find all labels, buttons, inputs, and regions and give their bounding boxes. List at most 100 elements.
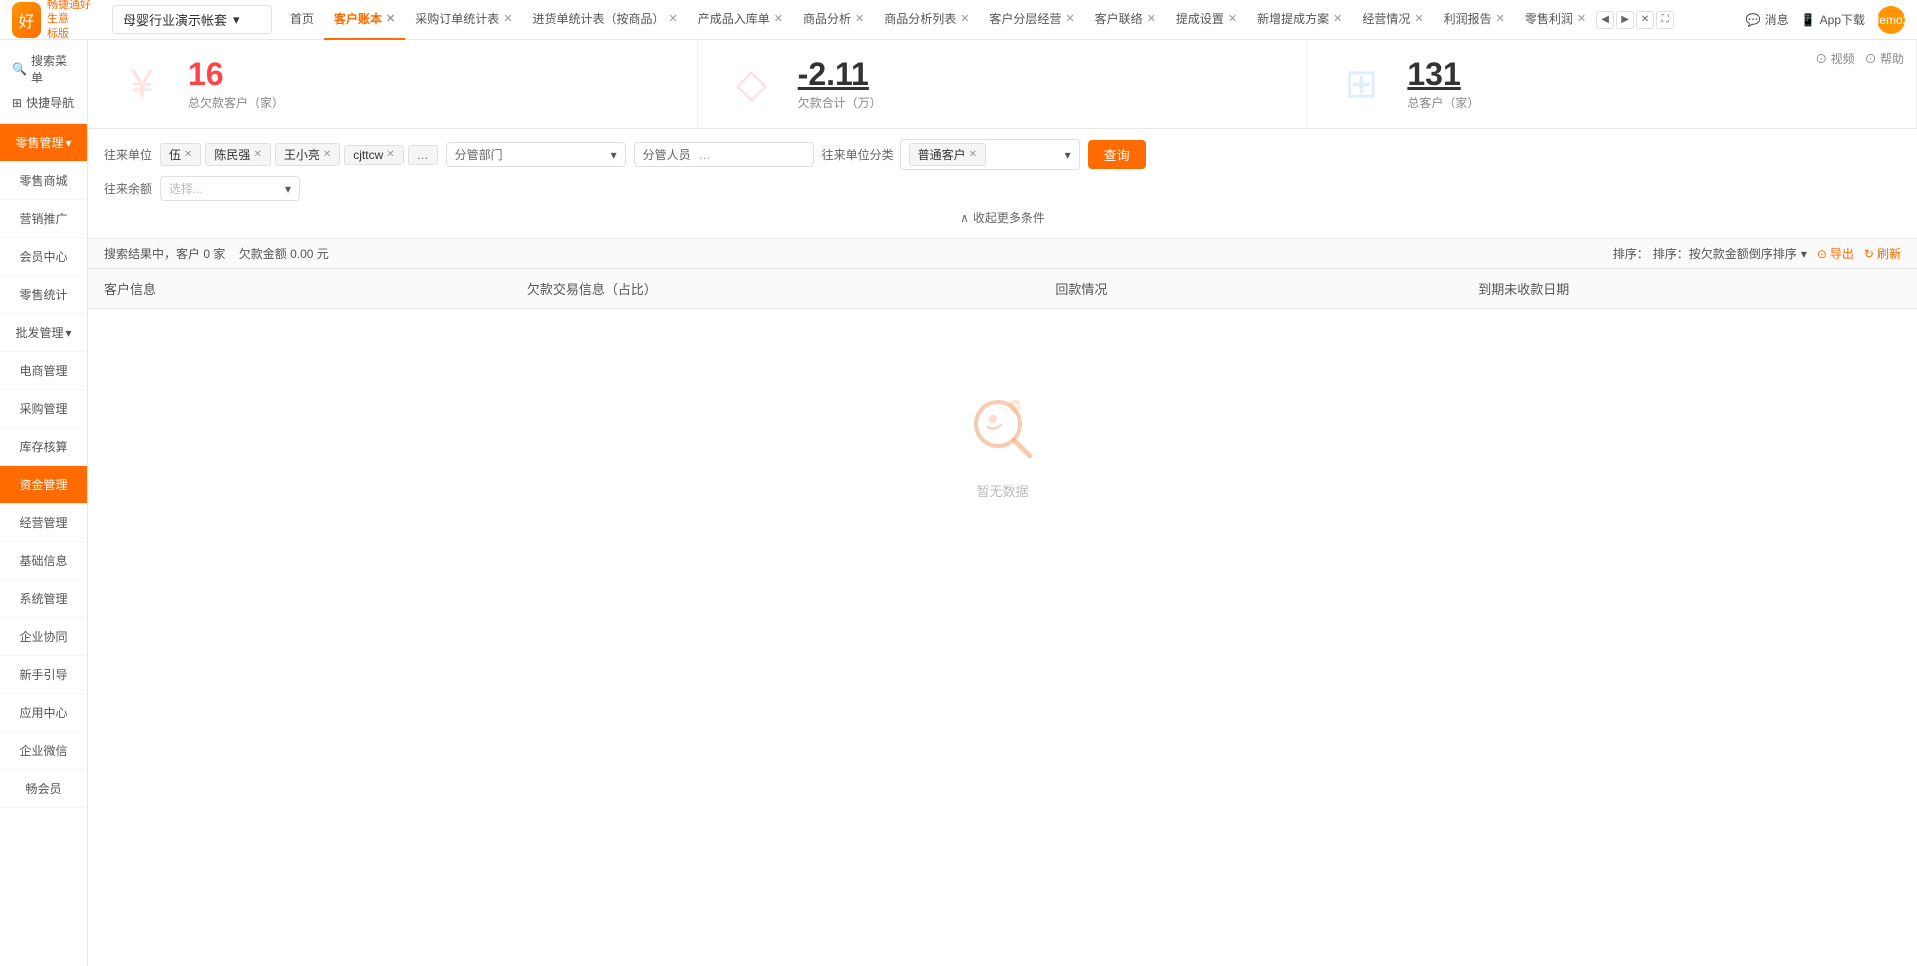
- tab-purchase-order[interactable]: 采购订单统计表 ✕: [405, 0, 522, 40]
- tab-customer-ledger[interactable]: 客户账本 ✕: [324, 0, 405, 40]
- sidebar-item-wechat[interactable]: 企业微信: [0, 732, 87, 770]
- stat-info-total: 131 总客户（家）: [1407, 58, 1479, 111]
- remove-tag-wu[interactable]: ✕: [184, 149, 192, 160]
- table-area: 客户信息 欠款交易信息（占比） 回款情况 到期未收款日期: [88, 269, 1917, 966]
- sidebar-item-wholesale[interactable]: 批发管理 ▾: [0, 314, 87, 352]
- search-icon: 🔍: [12, 62, 27, 76]
- sidebar-quick-nav[interactable]: ⊞ 快捷导航: [6, 90, 81, 115]
- filter-tag-normal-customer[interactable]: 普通客户 ✕: [909, 143, 986, 166]
- close-icon[interactable]: ✕: [1414, 12, 1423, 25]
- close-icon[interactable]: ✕: [503, 12, 512, 25]
- filter-row-1: 往来单位 伍 ✕ 陈民强 ✕ 王小亮 ✕ cjttcw: [104, 139, 1901, 170]
- export-btn[interactable]: ⊙ 导出: [1817, 245, 1854, 262]
- refresh-btn[interactable]: ↻ 刷新: [1864, 245, 1901, 262]
- tab-product-analysis-list[interactable]: 商品分析列表 ✕: [874, 0, 979, 40]
- sidebar-item-purchase[interactable]: 采购管理: [0, 390, 87, 428]
- stat-icon-diamond: ◇: [722, 54, 782, 114]
- content: ¥ 16 总欠款客户（家） ◇ -2.11 欠款合计（万） ⊞ 131 总客户（…: [88, 40, 1917, 966]
- app-download-btn[interactable]: 📱 App下载: [1801, 11, 1865, 28]
- stats-row: ¥ 16 总欠款客户（家） ◇ -2.11 欠款合计（万） ⊞ 131 总客户（…: [88, 40, 1917, 129]
- tab-customer-tier[interactable]: 客户分层经营 ✕: [979, 0, 1084, 40]
- close-icon[interactable]: ✕: [1147, 12, 1156, 25]
- filter-tag-more[interactable]: …: [408, 145, 438, 165]
- close-icon[interactable]: ✕: [669, 12, 678, 25]
- filter-person-select[interactable]: 分管人员 …: [634, 142, 814, 167]
- filter-tag-cjttcw[interactable]: cjttcw ✕: [344, 145, 403, 165]
- tab-home[interactable]: 首页: [280, 0, 324, 40]
- close-icon[interactable]: ✕: [1333, 12, 1342, 25]
- tab-inbound-stats[interactable]: 进货单统计表（按商品） ✕: [522, 0, 687, 40]
- sidebar-item-basic-info[interactable]: 基础信息: [0, 542, 87, 580]
- sidebar-item-system[interactable]: 系统管理: [0, 580, 87, 618]
- tab-add-commission[interactable]: 新增提成方案 ✕: [1247, 0, 1352, 40]
- sidebar-item-retail-mall[interactable]: 零售商城: [0, 162, 87, 200]
- tab-product-inbound[interactable]: 产成品入库单 ✕: [688, 0, 793, 40]
- close-icon[interactable]: ✕: [1065, 12, 1074, 25]
- avatar[interactable]: demo2: [1877, 6, 1905, 34]
- tab-product-analysis[interactable]: 商品分析 ✕: [793, 0, 874, 40]
- close-icon[interactable]: ✕: [1577, 12, 1586, 25]
- export-icon: ⊙: [1817, 247, 1827, 261]
- tab-customer-contact[interactable]: 客户联络 ✕: [1085, 0, 1166, 40]
- sidebar-item-app-center[interactable]: 应用中心: [0, 694, 87, 732]
- logo-icon: 好: [12, 2, 41, 38]
- sidebar-item-member[interactable]: 畅会员: [0, 770, 87, 808]
- filter-label-unit: 往来单位: [104, 146, 152, 163]
- tab-expand[interactable]: ⛶: [1656, 11, 1674, 29]
- filter-balance-select[interactable]: 选择... ▾: [160, 176, 300, 201]
- table-col-repayment: 回款情况: [1055, 279, 1478, 298]
- result-bar-left: 搜索结果中，客户 0 家 欠款金额 0.00 元: [104, 245, 329, 262]
- close-icon[interactable]: ✕: [855, 12, 864, 25]
- filter-tags-unit: 伍 ✕ 陈民强 ✕ 王小亮 ✕ cjttcw ✕: [160, 143, 438, 166]
- close-icon[interactable]: ✕: [386, 12, 395, 25]
- filter-tag-wu[interactable]: 伍 ✕: [160, 143, 201, 166]
- more-tags[interactable]: …: [417, 148, 429, 162]
- help-btn[interactable]: ⊙ 帮助: [1865, 50, 1904, 67]
- sidebar-item-membership[interactable]: 会员中心: [0, 238, 87, 276]
- sidebar-item-retail-stats[interactable]: 零售统计: [0, 276, 87, 314]
- remove-unit-type-tag[interactable]: ✕: [969, 149, 977, 160]
- close-icon[interactable]: ✕: [1228, 12, 1237, 25]
- sidebar-search[interactable]: 🔍 搜索菜单: [6, 48, 81, 90]
- chevron-down-icon: ▾: [611, 148, 617, 162]
- sidebar-item-inventory[interactable]: 库存核算: [0, 428, 87, 466]
- tab-profit-report[interactable]: 利润报告 ✕: [1434, 0, 1515, 40]
- table-col-overdue-info: 欠款交易信息（占比）: [527, 279, 1056, 298]
- tab-arrow-left[interactable]: ◀: [1596, 11, 1614, 29]
- remove-tag-chen[interactable]: ✕: [253, 149, 261, 160]
- filter-tag-chen[interactable]: 陈民强 ✕: [205, 143, 270, 166]
- close-icon[interactable]: ✕: [960, 12, 969, 25]
- remove-tag-cjttcw[interactable]: ✕: [386, 149, 394, 160]
- tab-arrow-right[interactable]: ▶: [1616, 11, 1634, 29]
- message-btn[interactable]: 💬 消息: [1746, 11, 1789, 28]
- filter-tag-wang[interactable]: 王小亮 ✕: [275, 143, 340, 166]
- company-selector[interactable]: 母婴行业演示帐套 ▾: [112, 5, 272, 34]
- sidebar-item-enterprise[interactable]: 企业协同: [0, 618, 87, 656]
- sidebar-item-guide[interactable]: 新手引导: [0, 656, 87, 694]
- query-button[interactable]: 查询: [1088, 140, 1146, 169]
- sort-label: 排序：: [1613, 245, 1649, 262]
- sort-select[interactable]: 排序： 排序：按欠款金额倒序排序 ▾: [1613, 245, 1807, 262]
- tab-commission-settings[interactable]: 提成设置 ✕: [1166, 0, 1247, 40]
- sidebar-item-retail[interactable]: 零售管理 ▾: [0, 124, 87, 162]
- tab-retail-profit[interactable]: 零售利润 ✕: [1515, 0, 1596, 40]
- video-btn[interactable]: ⊙ 视频: [1815, 50, 1854, 67]
- collapse-more-btn[interactable]: ∧ 收起更多条件: [104, 207, 1901, 228]
- stat-value-amount: -2.11: [798, 58, 882, 90]
- chevron-down-icon: ▾: [285, 182, 291, 196]
- sidebar-item-operations[interactable]: 经营管理: [0, 504, 87, 542]
- filter-dept-select[interactable]: 分管部门 ▾: [446, 142, 626, 167]
- tab-operations[interactable]: 经营情况 ✕: [1352, 0, 1433, 40]
- remove-tag-wang[interactable]: ✕: [323, 149, 331, 160]
- stat-label-customers: 总欠款客户（家）: [188, 94, 284, 111]
- filter-unit-type-select[interactable]: 普通客户 ✕ ▾: [900, 139, 1080, 170]
- close-icon[interactable]: ✕: [1496, 12, 1505, 25]
- sidebar-item-marketing[interactable]: 营销推广: [0, 200, 87, 238]
- sidebar-item-ecommerce[interactable]: 电商管理: [0, 352, 87, 390]
- top-nav-tabs: 首页 客户账本 ✕ 采购订单统计表 ✕ 进货单统计表（按商品） ✕ 产成品入库单…: [280, 0, 1746, 40]
- top-right: 💬 消息 📱 App下载 demo2: [1746, 6, 1905, 34]
- stat-info: 16 总欠款客户（家）: [188, 58, 284, 111]
- close-icon[interactable]: ✕: [774, 12, 783, 25]
- tab-close-all[interactable]: ✕: [1636, 11, 1654, 29]
- sidebar-item-finance[interactable]: 资金管理: [0, 466, 87, 504]
